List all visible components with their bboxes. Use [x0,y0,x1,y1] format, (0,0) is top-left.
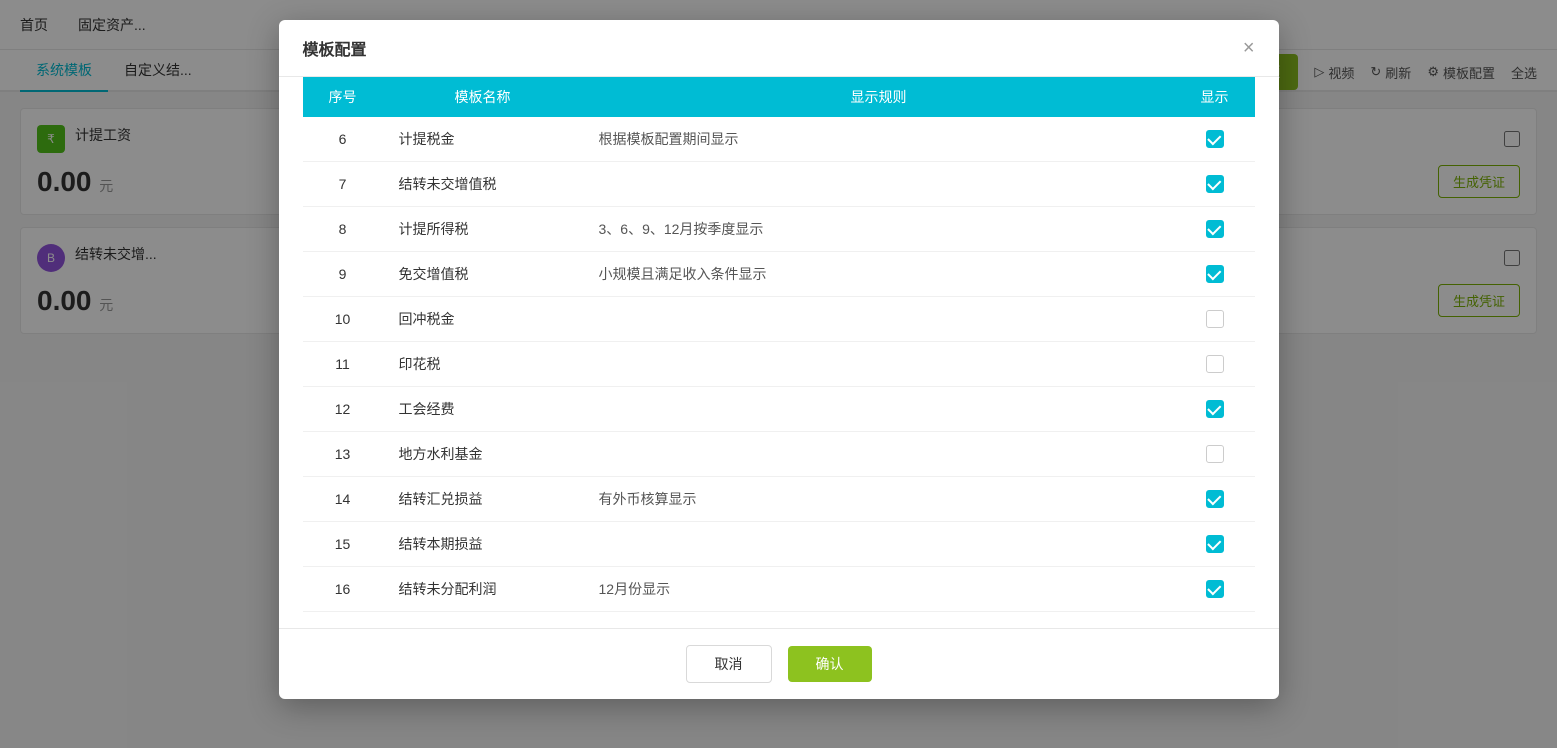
row-id: 7 [303,162,383,207]
row-name: 印花税 [383,342,583,387]
row-rule [583,522,1175,567]
table-row: 10回冲税金 [303,297,1255,342]
row-checkbox-cell [1175,252,1255,297]
modal-body: 序号 模板名称 显示规则 显示 6计提税金根据模板配置期间显示7结转未交增值税8… [279,77,1279,628]
row-checkbox-cell [1175,522,1255,567]
row-checkbox[interactable] [1206,130,1224,148]
row-name: 免交增值税 [383,252,583,297]
row-checkbox-cell [1175,477,1255,522]
row-id: 6 [303,117,383,162]
table-row: 15结转本期损益 [303,522,1255,567]
row-rule [583,162,1175,207]
row-name: 回冲税金 [383,297,583,342]
row-checkbox-cell [1175,432,1255,477]
row-checkbox[interactable] [1206,580,1224,598]
row-name: 结转未分配利润 [383,567,583,612]
col-header-display: 显示 [1175,77,1255,117]
table-row: 12工会经费 [303,387,1255,432]
row-id: 9 [303,252,383,297]
row-name: 计提所得税 [383,207,583,252]
row-name: 结转未交增值税 [383,162,583,207]
row-id: 13 [303,432,383,477]
row-name: 地方水利基金 [383,432,583,477]
row-rule [583,342,1175,387]
template-config-modal: 模板配置 × 序号 模板名称 显示规则 显示 6计提税金根据模板配置期间显示7结… [279,20,1279,699]
row-name: 计提税金 [383,117,583,162]
row-checkbox-cell [1175,297,1255,342]
modal-title: 模板配置 [303,36,367,60]
col-header-rule: 显示规则 [583,77,1175,117]
row-rule: 12月份显示 [583,567,1175,612]
table-row: 16结转未分配利润12月份显示 [303,567,1255,612]
row-rule [583,387,1175,432]
cancel-button[interactable]: 取消 [686,645,772,683]
table-header: 序号 模板名称 显示规则 显示 [303,77,1255,117]
row-id: 15 [303,522,383,567]
config-table: 序号 模板名称 显示规则 显示 6计提税金根据模板配置期间显示7结转未交增值税8… [303,77,1255,612]
row-id: 8 [303,207,383,252]
row-name: 工会经费 [383,387,583,432]
row-rule: 根据模板配置期间显示 [583,117,1175,162]
modal-footer: 取消 确认 [279,628,1279,699]
col-header-id: 序号 [303,77,383,117]
col-header-name: 模板名称 [383,77,583,117]
row-checkbox-cell [1175,207,1255,252]
table-row: 8计提所得税3、6、9、12月按季度显示 [303,207,1255,252]
row-checkbox[interactable] [1206,310,1224,328]
row-checkbox-cell [1175,387,1255,432]
row-name: 结转汇兑损益 [383,477,583,522]
row-rule [583,432,1175,477]
row-id: 11 [303,342,383,387]
row-rule: 小规模且满足收入条件显示 [583,252,1175,297]
row-checkbox[interactable] [1206,445,1224,463]
row-id: 10 [303,297,383,342]
row-checkbox[interactable] [1206,355,1224,373]
table-row: 6计提税金根据模板配置期间显示 [303,117,1255,162]
row-id: 12 [303,387,383,432]
modal-close-button[interactable]: × [1243,38,1255,58]
row-id: 16 [303,567,383,612]
row-checkbox[interactable] [1206,220,1224,238]
row-checkbox-cell [1175,567,1255,612]
row-id: 14 [303,477,383,522]
row-checkbox-cell [1175,117,1255,162]
row-name: 结转本期损益 [383,522,583,567]
row-checkbox-cell [1175,162,1255,207]
table-row: 14结转汇兑损益有外币核算显示 [303,477,1255,522]
table-row: 13地方水利基金 [303,432,1255,477]
row-checkbox[interactable] [1206,175,1224,193]
table-body: 6计提税金根据模板配置期间显示7结转未交增值税8计提所得税3、6、9、12月按季… [303,117,1255,612]
row-checkbox[interactable] [1206,400,1224,418]
modal-header: 模板配置 × [279,20,1279,77]
modal-overlay: 模板配置 × 序号 模板名称 显示规则 显示 6计提税金根据模板配置期间显示7结… [0,0,1557,748]
row-checkbox[interactable] [1206,265,1224,283]
row-rule: 有外币核算显示 [583,477,1175,522]
table-row: 7结转未交增值税 [303,162,1255,207]
row-rule [583,297,1175,342]
table-row: 11印花税 [303,342,1255,387]
row-checkbox[interactable] [1206,490,1224,508]
confirm-button[interactable]: 确认 [788,646,872,682]
table-row: 9免交增值税小规模且满足收入条件显示 [303,252,1255,297]
row-rule: 3、6、9、12月按季度显示 [583,207,1175,252]
row-checkbox[interactable] [1206,535,1224,553]
row-checkbox-cell [1175,342,1255,387]
